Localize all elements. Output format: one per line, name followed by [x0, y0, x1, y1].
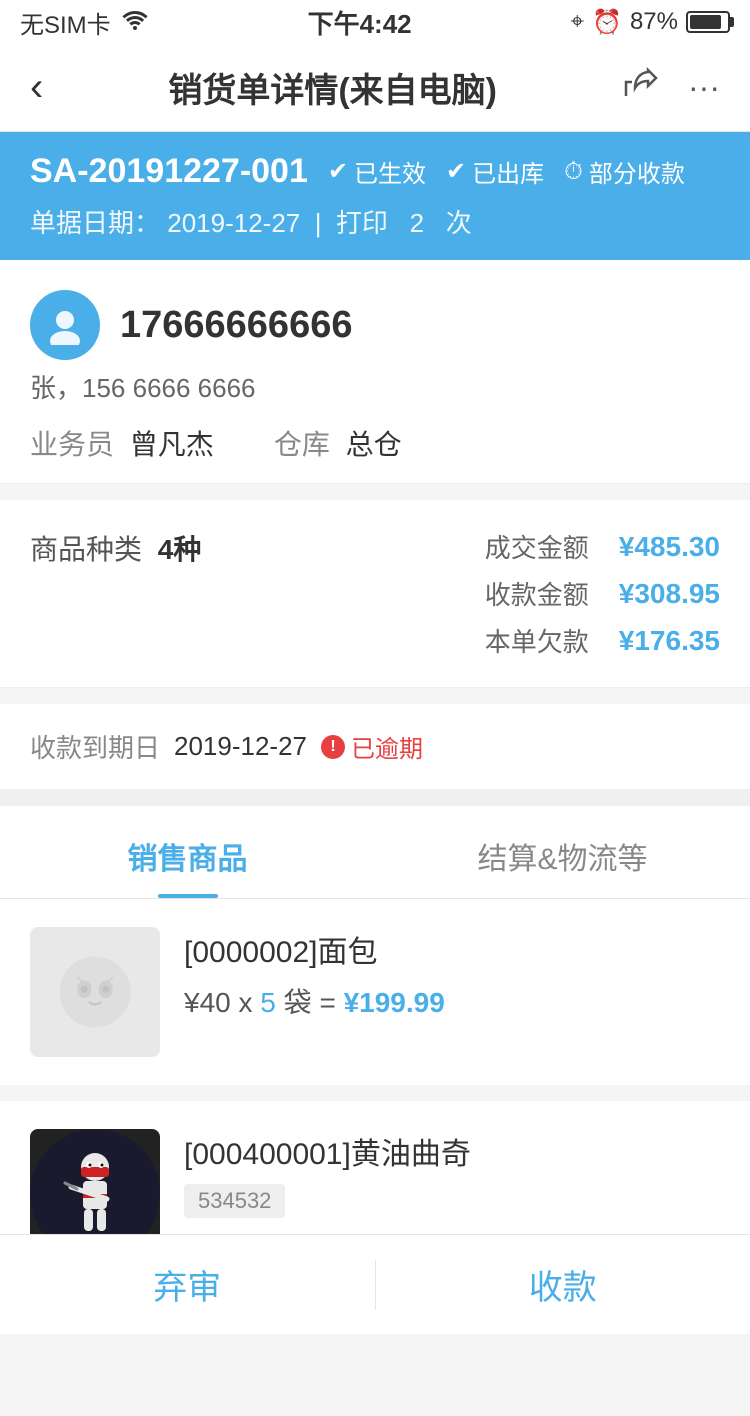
status-time: 下午4:42: [308, 4, 412, 41]
order-header: SA-20191227-001 ✔ 已生效 ✔ 已出库 ⏱ 部分收款 单据日期：…: [0, 132, 750, 260]
status-left: 无SIM卡: [20, 5, 149, 40]
more-icon[interactable]: ···: [688, 69, 720, 106]
customer-section: 17666666666 张，156 6666 6666 业务员 曾凡杰 仓库 总…: [0, 260, 750, 484]
tab-sales[interactable]: 销售商品: [0, 806, 375, 898]
tab-settlement[interactable]: 结算&物流等: [375, 806, 750, 898]
status-right: ⌖ ⏰ 87%: [571, 8, 730, 37]
status-bar: 无SIM卡 下午4:42 ⌖ ⏰ 87%: [0, 0, 750, 44]
summary-section: 商品种类 4种 成交金额 ¥485.30 收款金额 ¥308.95 本单欠款 ¥…: [0, 500, 750, 688]
back-button[interactable]: ‹: [30, 65, 43, 110]
order-date-row: 单据日期： 2019-12-27 | 打印 2 次: [30, 203, 720, 240]
warehouse-row: 仓库 总仓: [274, 423, 402, 463]
customer-name: 张，156 6666 6666: [30, 368, 720, 405]
overdue-icon: !: [321, 735, 345, 759]
received-row: 收款金额 ¥308.95: [485, 575, 720, 612]
wifi-icon: [121, 8, 149, 37]
status-partial: ⏱ 部分收款: [564, 154, 685, 189]
location-icon: ⌖: [571, 8, 585, 36]
nav-bar: ‹ 销货单详情(来自电脑) ···: [0, 44, 750, 132]
deal-amount-row: 成交金额 ¥485.30: [485, 528, 720, 565]
clock-icon: ⏱: [564, 158, 583, 186]
alarm-icon: ⏰: [592, 8, 622, 37]
due-date: 2019-12-27: [174, 731, 307, 762]
abandon-review-button[interactable]: 弃审: [0, 1240, 375, 1329]
due-label: 收款到期日: [30, 728, 160, 765]
product-name-2: [000400001]黄油曲奇: [184, 1129, 720, 1173]
owed-row: 本单欠款 ¥176.35: [485, 622, 720, 659]
tabs: 销售商品 结算&物流等: [0, 806, 750, 899]
bottom-bar: 弃审 收款: [0, 1234, 750, 1334]
status-shipped: ✔ 已出库: [446, 154, 544, 189]
overdue-label: 已逾期: [351, 729, 423, 764]
collect-payment-button[interactable]: 收款: [376, 1240, 750, 1329]
avatar: [30, 290, 100, 360]
status-effective: ✔ 已生效: [328, 154, 426, 189]
customer-id: 17666666666: [120, 304, 352, 347]
battery-label: 87%: [630, 8, 678, 36]
list-item: [0000002]面包 ¥40 x 5 袋 = ¥199.99: [0, 899, 750, 1085]
category-info: 商品种类 4种: [30, 528, 201, 659]
overdue-badge: ! 已逾期: [321, 729, 423, 764]
nav-actions: ···: [622, 66, 720, 110]
order-number: SA-20191227-001: [30, 152, 308, 191]
share-icon[interactable]: [622, 66, 658, 110]
amount-info: 成交金额 ¥485.30 收款金额 ¥308.95 本单欠款 ¥176.35: [485, 528, 720, 659]
check-icon-shipped: ✔: [446, 157, 466, 186]
product-name-1: [0000002]面包: [184, 927, 720, 971]
product-batch-2: 534532: [184, 1184, 285, 1218]
check-icon-effective: ✔: [328, 157, 348, 186]
page-title: 销货单详情(来自电脑): [168, 63, 497, 112]
carrier-label: 无SIM卡: [20, 5, 111, 40]
battery-icon: [686, 11, 730, 33]
due-section: 收款到期日 2019-12-27 ! 已逾期: [0, 704, 750, 790]
section-divider: [0, 790, 750, 806]
customer-row: 17666666666: [30, 290, 720, 360]
product-list: [0000002]面包 ¥40 x 5 袋 = ¥199.99: [0, 899, 750, 1416]
customer-meta: 业务员 曾凡杰 仓库 总仓: [30, 423, 720, 463]
product-info-1: [0000002]面包 ¥40 x 5 袋 = ¥199.99: [184, 927, 720, 1021]
product-price-1: ¥40 x 5 袋 = ¥199.99: [184, 981, 720, 1021]
product-thumbnail-1: [30, 927, 160, 1057]
salesperson-row: 业务员 曾凡杰: [30, 423, 214, 463]
